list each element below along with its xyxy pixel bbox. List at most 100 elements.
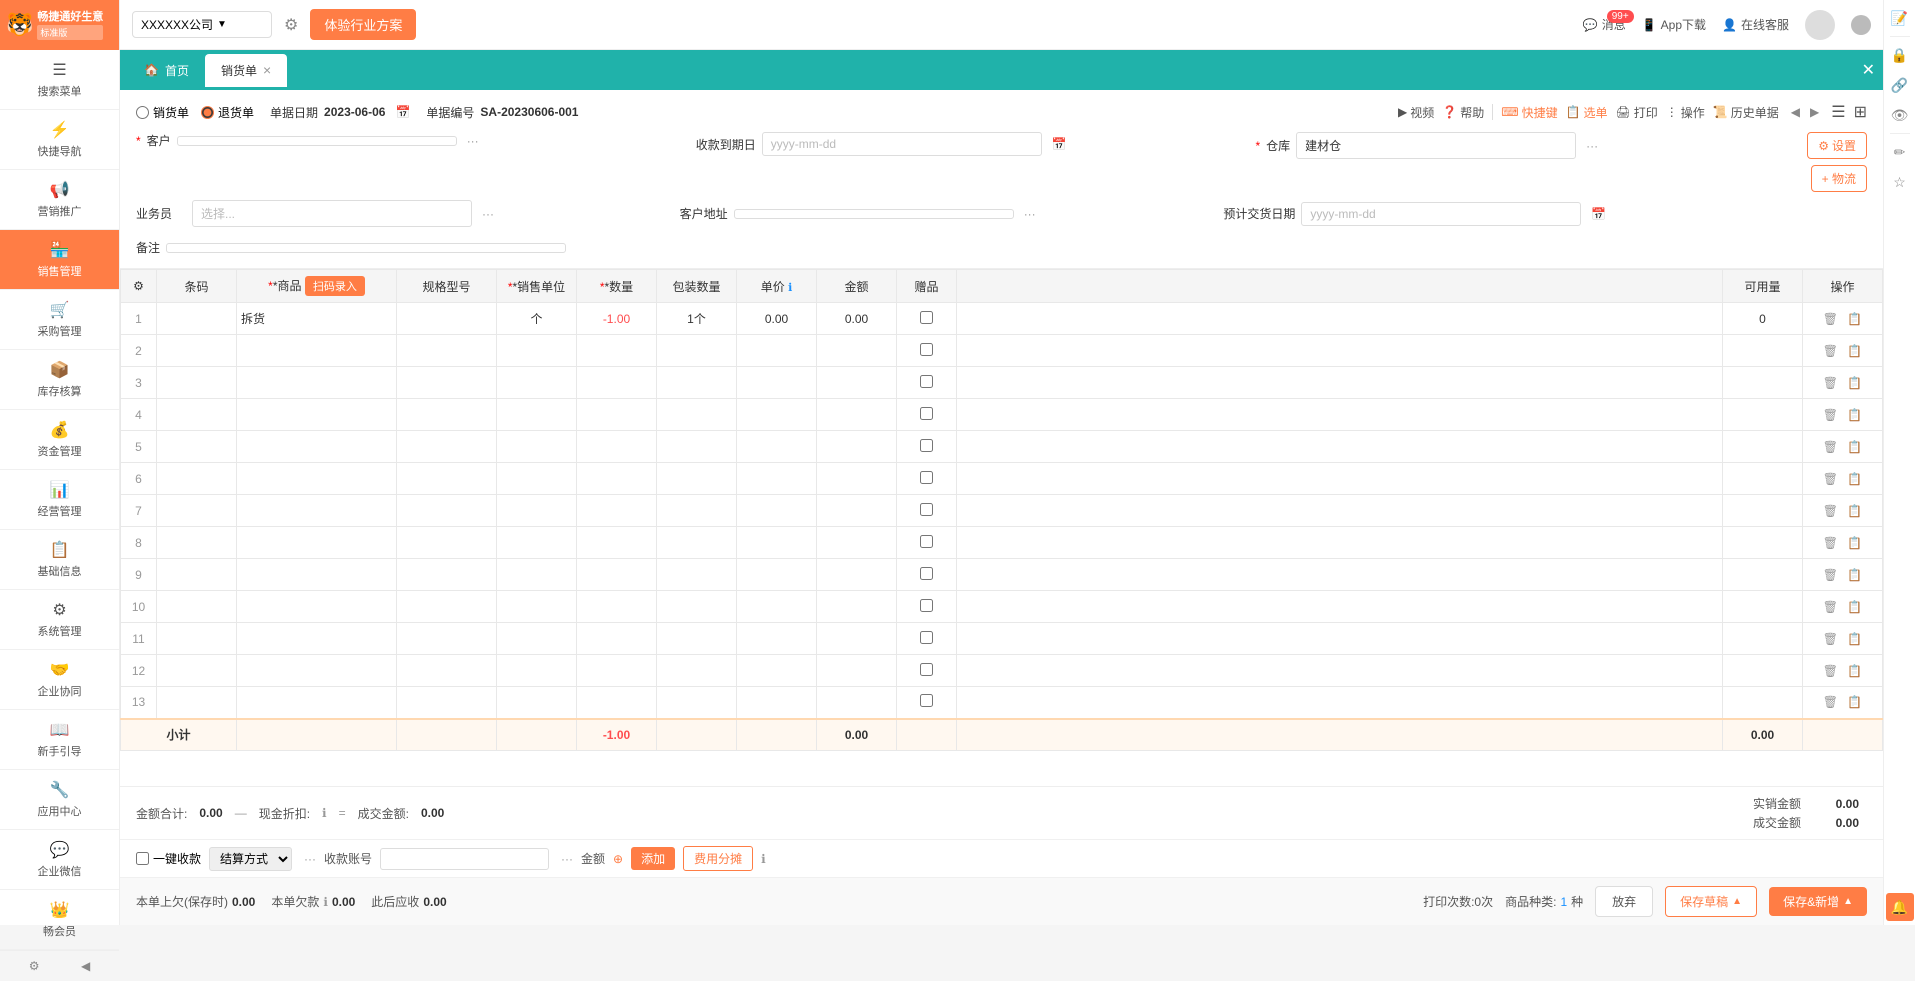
sidebar-item-collab[interactable]: 🤝 企业协同 (0, 650, 119, 710)
sales-rep-dots[interactable]: ··· (482, 207, 494, 221)
row-amount[interactable] (817, 463, 897, 495)
row-copy-icon[interactable]: 📋 (1847, 600, 1862, 614)
one-click-checkbox[interactable] (136, 852, 149, 865)
settle-method-dots[interactable]: ··· (304, 852, 316, 866)
row-spec[interactable] (397, 559, 497, 591)
row-copy-icon[interactable]: 📋 (1847, 664, 1862, 678)
row-qty[interactable] (577, 431, 657, 463)
row-amount[interactable] (817, 559, 897, 591)
row-spec[interactable] (397, 591, 497, 623)
row-copy-icon[interactable]: 📋 (1847, 312, 1862, 326)
sidebar-item-system[interactable]: ⚙ 系统管理 (0, 590, 119, 650)
row-price[interactable] (737, 591, 817, 623)
row-unit[interactable] (497, 431, 577, 463)
row-qty[interactable] (577, 367, 657, 399)
sidebar-item-purchase[interactable]: 🛒 采购管理 (0, 290, 119, 350)
radio-return-order[interactable]: 退货单 (201, 104, 254, 121)
sidebar-item-operations[interactable]: 📊 经营管理 (0, 470, 119, 530)
row-unit[interactable] (497, 335, 577, 367)
row-price[interactable] (737, 463, 817, 495)
user-avatar[interactable] (1805, 10, 1835, 40)
row-barcode[interactable] (157, 527, 237, 559)
row-qty[interactable] (577, 399, 657, 431)
row-delete-icon[interactable]: 🗑 (1823, 600, 1838, 614)
account-input[interactable] (380, 848, 549, 870)
row-spec[interactable] (397, 527, 497, 559)
customer-input[interactable] (177, 136, 457, 146)
row-spec[interactable] (397, 623, 497, 655)
warehouse-dots[interactable]: ··· (1586, 139, 1598, 153)
rt-eye-btn[interactable]: 👁 (1886, 101, 1914, 129)
row-barcode[interactable] (157, 335, 237, 367)
row-gift[interactable] (897, 591, 957, 623)
row-pack-qty[interactable] (657, 463, 737, 495)
topbar-settings-icon[interactable]: ⚙ (280, 11, 302, 39)
sidebar-item-inventory[interactable]: 📦 库存核算 (0, 350, 119, 410)
th-settings[interactable]: ⚙ (121, 270, 157, 303)
row-pack-qty[interactable] (657, 399, 737, 431)
row-copy-icon[interactable]: 📋 (1847, 504, 1862, 518)
user-avatar2[interactable] (1851, 15, 1871, 35)
row-gift[interactable] (897, 687, 957, 719)
row-amount[interactable] (817, 495, 897, 527)
ops-btn[interactable]: ⋮ 操作 (1666, 104, 1705, 121)
account-dots[interactable]: ··· (561, 852, 573, 866)
row-qty[interactable] (577, 463, 657, 495)
rt-edit-btn[interactable]: ✏ (1886, 138, 1914, 166)
rt-notes-btn[interactable]: 📝 (1886, 4, 1914, 32)
row-product[interactable] (237, 463, 397, 495)
row-pack-qty[interactable] (657, 591, 737, 623)
row-copy-icon[interactable]: 📋 (1847, 472, 1862, 486)
row-barcode[interactable] (157, 399, 237, 431)
row-copy-icon[interactable]: 📋 (1847, 440, 1862, 454)
history-btn[interactable]: 📜 历史单据 (1713, 104, 1779, 121)
row-barcode[interactable] (157, 367, 237, 399)
cash-discount-info[interactable]: ℹ (322, 806, 327, 820)
save-draft-chevron[interactable]: ▲ (1732, 896, 1742, 907)
sidebar-item-apps[interactable]: 🔧 应用中心 (0, 770, 119, 830)
print-btn[interactable]: 🖨 打印 (1616, 104, 1658, 121)
row-delete-icon[interactable]: 🗑 (1823, 472, 1838, 486)
sidebar-item-finance[interactable]: 💰 资金管理 (0, 410, 119, 470)
row-copy-icon[interactable]: 📋 (1847, 408, 1862, 422)
row-product[interactable] (237, 399, 397, 431)
payment-due-input[interactable]: yyyy-mm-dd (762, 132, 1042, 156)
row-delete-icon[interactable]: 🗑 (1823, 312, 1838, 326)
radio-sales-order[interactable]: 销货单 (136, 104, 189, 121)
row-spec[interactable] (397, 399, 497, 431)
row-spec[interactable] (397, 495, 497, 527)
row-price[interactable] (737, 527, 817, 559)
row-unit[interactable] (497, 463, 577, 495)
row-price[interactable] (737, 687, 817, 719)
grid-view-btn[interactable]: ⊞ (1854, 102, 1867, 122)
row-spec[interactable] (397, 431, 497, 463)
row-barcode[interactable] (157, 463, 237, 495)
row-amount[interactable] (817, 687, 897, 719)
rt-lock-btn[interactable]: 🔒 (1886, 41, 1914, 69)
save-draft-btn[interactable]: 保存草稿 ▲ (1665, 886, 1757, 917)
row-qty[interactable]: -1.00 (577, 303, 657, 335)
tab-close-icon[interactable]: × (263, 62, 271, 78)
arrear-icon[interactable]: ℹ (323, 895, 328, 909)
row-barcode[interactable] (157, 303, 237, 335)
row-amount[interactable] (817, 591, 897, 623)
row-delete-icon[interactable]: 🗑 (1823, 664, 1838, 678)
online-service-btn[interactable]: 👤 在线客服 (1722, 16, 1789, 33)
row-spec[interactable] (397, 335, 497, 367)
row-barcode[interactable] (157, 431, 237, 463)
cust-addr-input[interactable] (734, 209, 1014, 219)
row-product[interactable] (237, 367, 397, 399)
row-pack-qty[interactable] (657, 527, 737, 559)
row-delete-icon[interactable]: 🗑 (1823, 632, 1838, 646)
row-gift[interactable] (897, 367, 957, 399)
row-copy-icon[interactable]: 📋 (1847, 344, 1862, 358)
row-amount[interactable] (817, 367, 897, 399)
remark-input[interactable] (166, 243, 566, 253)
row-copy-icon[interactable]: 📋 (1847, 536, 1862, 550)
row-copy-icon[interactable]: 📋 (1847, 376, 1862, 390)
sales-rep-input[interactable]: 选择... (192, 200, 472, 227)
row-price[interactable] (737, 367, 817, 399)
row-price[interactable] (737, 559, 817, 591)
row-amount[interactable] (817, 623, 897, 655)
sidebar-item-wechat[interactable]: 💬 企业微信 (0, 830, 119, 890)
